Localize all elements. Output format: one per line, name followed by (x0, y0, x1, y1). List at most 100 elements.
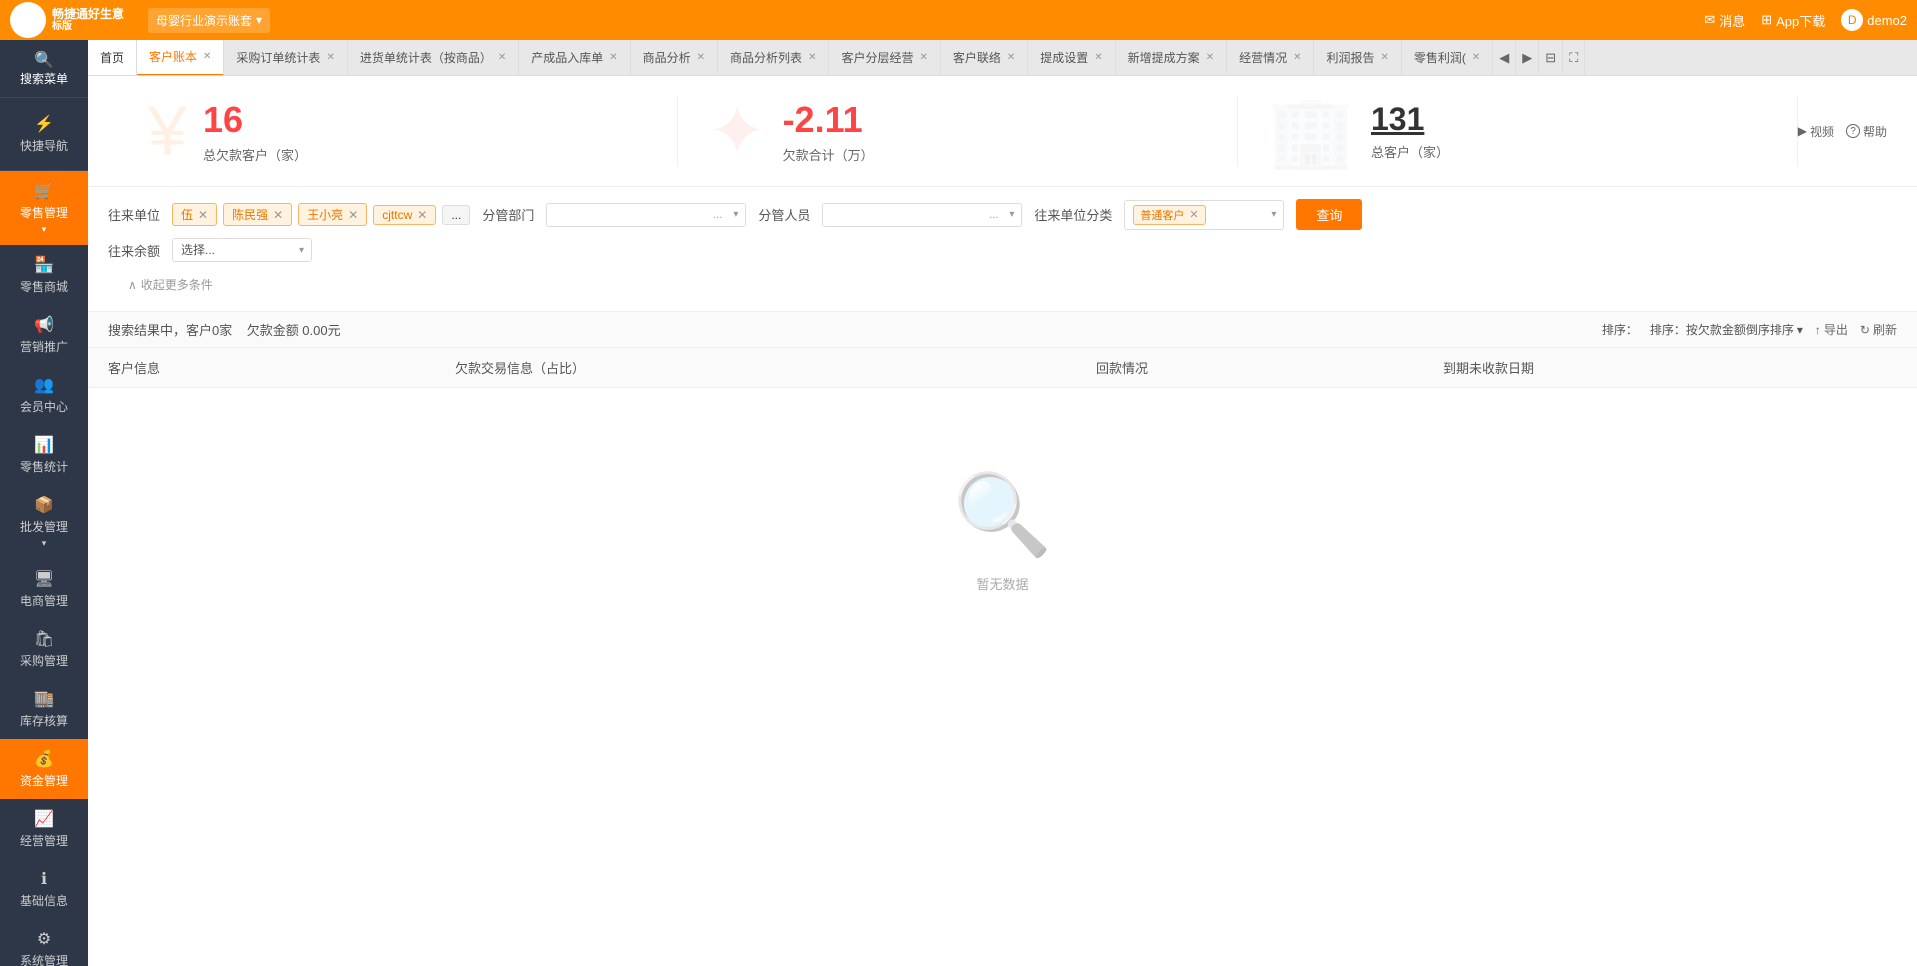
tab-bar: 首页 客户账本 ✕ 采购订单统计表 ✕ 进货单统计表（按商品） ✕ 产成品入库单… (88, 40, 1917, 76)
tab-close-new-raise-plan[interactable]: ✕ (1206, 52, 1214, 63)
user-menu[interactable]: D demo2 (1841, 9, 1907, 31)
retail-stats-icon: 📊 (34, 435, 54, 455)
sidebar-item-retail-stats[interactable]: 📊 零售统计 (0, 425, 88, 485)
tab-customer-book[interactable]: 客户账本 ✕ (137, 40, 224, 76)
filter-tag-wu-close[interactable]: ✕ (198, 208, 208, 222)
tab-cost-instock[interactable]: 产成品入库单 ✕ (519, 40, 630, 76)
refresh-icon: ↻ (1860, 323, 1870, 337)
tab-close-raise-settings[interactable]: ✕ (1094, 52, 1102, 63)
tab-profit-report[interactable]: 利润报告 ✕ (1314, 40, 1401, 76)
filter-row-balance: 往来余额 选择... (108, 238, 1897, 262)
tab-scroll-left[interactable]: ◀ (1493, 40, 1516, 76)
filter-tag-wu[interactable]: 伍 ✕ (172, 203, 217, 226)
tab-close-goods-analysis-list[interactable]: ✕ (808, 52, 816, 63)
stat1-label: 总欠款客户（家） (203, 145, 307, 164)
app-download-btn[interactable]: ⊞ App下载 (1761, 11, 1825, 30)
sidebar-search[interactable]: 🔍 搜索菜单 (0, 40, 88, 98)
sidebar-item-stock-check[interactable]: 🏬 库存核算 (0, 679, 88, 739)
message-btn[interactable]: ✉ 消息 (1704, 11, 1745, 30)
filter-unit-class-close[interactable]: ✕ (1189, 208, 1198, 221)
tab-goods-analysis-list[interactable]: 商品分析列表 ✕ (718, 40, 829, 76)
sort-select[interactable]: 排序：按欠款金额倒序排序 ▾ (1650, 321, 1803, 338)
tab-close-retail-profit[interactable]: ✕ (1472, 52, 1480, 63)
finance-icon: 💰 (34, 749, 54, 769)
sidebar-item-system[interactable]: ⚙ 系统管理 (0, 919, 88, 966)
filter-area: 往来单位 伍 ✕ 陈民强 ✕ 王小亮 (88, 187, 1917, 312)
tab-biz-situation[interactable]: 经营情况 ✕ (1227, 40, 1314, 76)
system-icon: ⚙ (37, 929, 51, 949)
filter-tag-cj[interactable]: cjttcw ✕ (373, 205, 436, 225)
tab-scroll-right[interactable]: ▶ (1516, 40, 1539, 76)
filter-tag-wang[interactable]: 王小亮 ✕ (298, 203, 367, 226)
filter-tag-cj-close[interactable]: ✕ (417, 208, 427, 222)
sidebar-item-member[interactable]: 👥 会员中心 (0, 365, 88, 425)
tab-raise-settings[interactable]: 提成设置 ✕ (1028, 40, 1115, 76)
tab-stock-stat[interactable]: 进货单统计表（按商品） ✕ (348, 40, 519, 76)
sidebar-item-quicknav[interactable]: ⚡ 快捷导航 (0, 104, 88, 164)
filter-unit-class-select[interactable]: 普通客户 ✕ (1124, 200, 1284, 230)
tab-customer-contact[interactable]: 客户联络 ✕ (941, 40, 1028, 76)
top-right-actions: ✉ 消息 ⊞ App下载 D demo2 (1704, 9, 1907, 31)
filter-unit-class-tag: 普通客户 ✕ (1133, 205, 1205, 225)
tab-home[interactable]: 首页 (88, 40, 137, 76)
stat3-bg-icon: 🏢 (1268, 96, 1355, 166)
filter-tag-wang-close[interactable]: ✕ (348, 208, 358, 222)
sidebar-quick-nav: ⚡ 快捷导航 (0, 98, 88, 171)
tab-maximize[interactable]: ⛶ (1563, 40, 1585, 76)
stat3-label: 总客户（家） (1371, 142, 1449, 161)
tab-close-profit-report[interactable]: ✕ (1381, 52, 1389, 63)
tab-close-purchase-order[interactable]: ✕ (326, 52, 334, 63)
tab-close-goods-analysis[interactable]: ✕ (697, 52, 705, 63)
tab-more-menu[interactable]: ⊟ (1539, 40, 1563, 76)
sidebar-item-retail-mall[interactable]: 🏪 零售商城 (0, 245, 88, 305)
filter-balance-select[interactable]: 选择... (172, 238, 312, 262)
sidebar-item-retail-mgmt[interactable]: 🛒 零售管理 ▾ (0, 171, 88, 245)
collapse-arrow-icon: ∧ (128, 278, 137, 292)
sidebar-item-basic-info[interactable]: ℹ 基础信息 (0, 859, 88, 919)
result-info: 搜索结果中，客户0家 欠款金额 0.00元 (108, 320, 341, 339)
col-customer-info: 客户信息 (88, 348, 435, 388)
tab-close-customer-segment[interactable]: ✕ (919, 52, 927, 63)
stat3-values: 131 总客户（家） (1371, 101, 1449, 161)
account-selector[interactable]: 母婴行业演示账套 ▾ (148, 8, 270, 33)
tab-close-biz-situation[interactable]: ✕ (1293, 52, 1301, 63)
tab-retail-profit[interactable]: 零售利润( ✕ (1402, 40, 1493, 76)
filter-tag-more[interactable]: ... (442, 205, 470, 225)
tab-close-customer-contact[interactable]: ✕ (1007, 52, 1015, 63)
tab-goods-analysis[interactable]: 商品分析 ✕ (631, 40, 718, 76)
data-table: 客户信息 欠款交易信息（占比） 回款情况 到期未收款日期 (88, 348, 1917, 388)
filter-person-more[interactable]: ... (989, 209, 998, 221)
tab-purchase-order[interactable]: 采购订单统计表 ✕ (224, 40, 347, 76)
filter-dept-more[interactable]: ... (713, 209, 722, 221)
sidebar-item-purchase[interactable]: 🛍 采购管理 (0, 619, 88, 679)
refresh-btn[interactable]: ↻ 刷新 (1860, 321, 1897, 338)
ecommerce-icon: 🖥 (34, 569, 54, 589)
help-icon: ? (1846, 124, 1860, 138)
stat2-label: 欠款合计（万） (783, 145, 874, 164)
video-btn[interactable]: ▶ 视频 (1798, 123, 1834, 140)
tab-close-cost-instock[interactable]: ✕ (609, 52, 617, 63)
collapse-btn[interactable]: ∧ 收起更多条件 (108, 270, 1897, 299)
sidebar-item-ecommerce[interactable]: 🖥 电商管理 (0, 559, 88, 619)
export-btn[interactable]: ↑ 导出 (1815, 321, 1848, 338)
filter-tag-chen[interactable]: 陈民强 ✕ (223, 203, 292, 226)
sidebar-item-operation[interactable]: 📈 经营管理 (0, 799, 88, 859)
help-btn[interactable]: ? 帮助 (1846, 123, 1887, 140)
stat-help-actions: ▶ 视频 ? 帮助 (1798, 123, 1887, 140)
filter-tag-chen-close[interactable]: ✕ (273, 208, 283, 222)
filter-unit-tags: 伍 ✕ 陈民强 ✕ 王小亮 ✕ (172, 203, 470, 226)
marketing-icon: 📢 (34, 315, 54, 335)
tab-customer-segment[interactable]: 客户分层经营 ✕ (829, 40, 940, 76)
quicknav-icon: ⚡ (34, 114, 54, 134)
tab-new-raise-plan[interactable]: 新增提成方案 ✕ (1116, 40, 1227, 76)
sidebar-item-marketing[interactable]: 📢 营销推广 (0, 305, 88, 365)
empty-label: 暂无数据 (976, 574, 1028, 593)
table-header: 客户信息 欠款交易信息（占比） 回款情况 到期未收款日期 (88, 348, 1917, 388)
sidebar-item-batch-mgmt[interactable]: 📦 批发管理 ▾ (0, 485, 88, 559)
sidebar-item-finance[interactable]: 💰 资金管理 (0, 739, 88, 799)
tab-close-stock-stat[interactable]: ✕ (498, 52, 506, 63)
result-actions: 排序： 排序：按欠款金额倒序排序 ▾ ↑ 导出 ↻ 刷新 (1602, 321, 1897, 338)
tab-close-customer-book[interactable]: ✕ (203, 51, 211, 62)
query-button[interactable]: 查询 (1296, 199, 1362, 230)
stat3-value: 131 (1371, 101, 1449, 138)
